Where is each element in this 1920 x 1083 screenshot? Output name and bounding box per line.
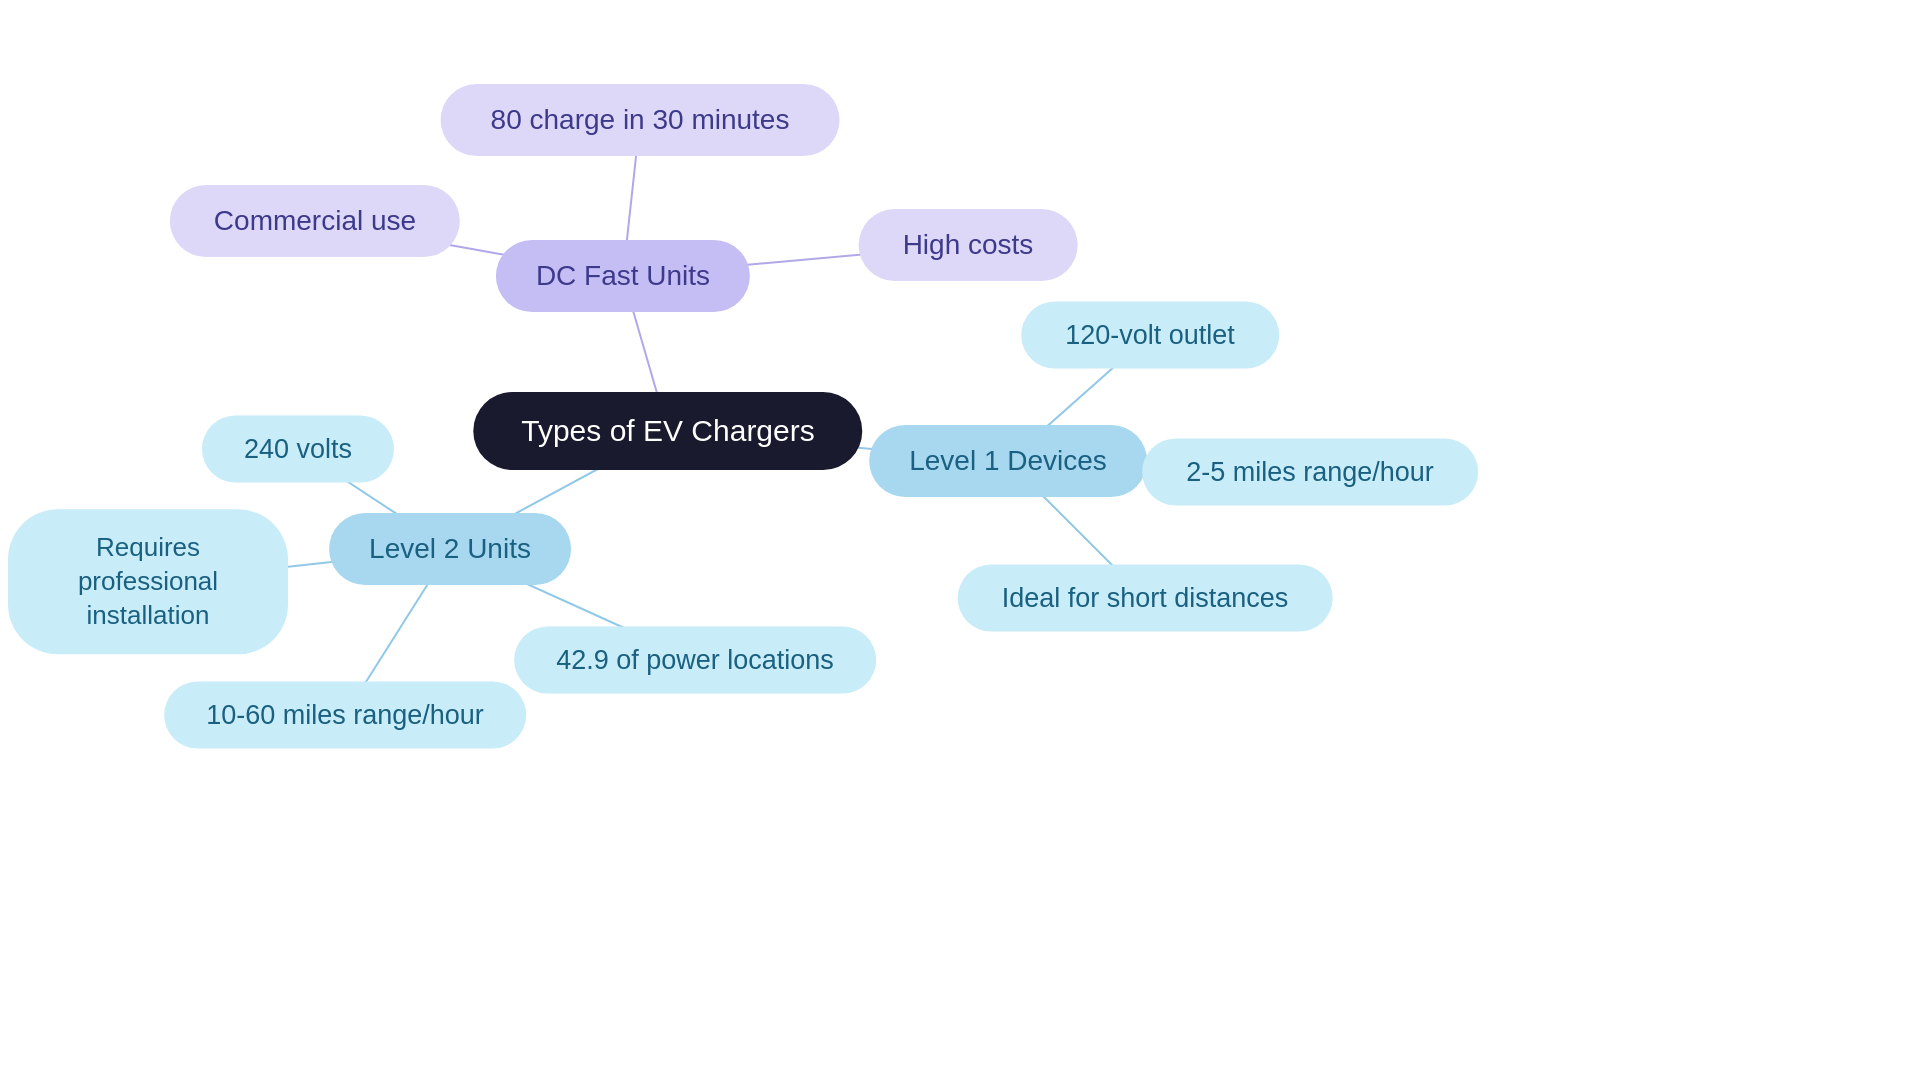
node-120-volt: 120-volt outlet xyxy=(1021,302,1279,369)
dc-fast-node: DC Fast Units xyxy=(496,240,750,312)
node-42-9-power: 42.9 of power locations xyxy=(514,627,876,694)
level1-node: Level 1 Devices xyxy=(869,425,1147,497)
node-ideal-short-distances: Ideal for short distances xyxy=(958,565,1333,632)
level2-node: Level 2 Units xyxy=(329,513,571,585)
node-commercial-use: Commercial use xyxy=(170,185,460,257)
node-10-60-miles: 10-60 miles range/hour xyxy=(164,682,526,749)
mind-map: Types of EV Chargers DC Fast Units 80 ch… xyxy=(0,0,1920,1083)
node-high-costs: High costs xyxy=(859,209,1078,281)
node-240-volts: 240 volts xyxy=(202,416,394,483)
connections-svg xyxy=(0,0,1920,1083)
center-node: Types of EV Chargers xyxy=(473,392,862,470)
node-80-charge: 80 charge in 30 minutes xyxy=(441,84,840,156)
node-professional-install: Requires professional installation xyxy=(8,509,288,654)
node-2-5-miles: 2-5 miles range/hour xyxy=(1142,439,1478,506)
